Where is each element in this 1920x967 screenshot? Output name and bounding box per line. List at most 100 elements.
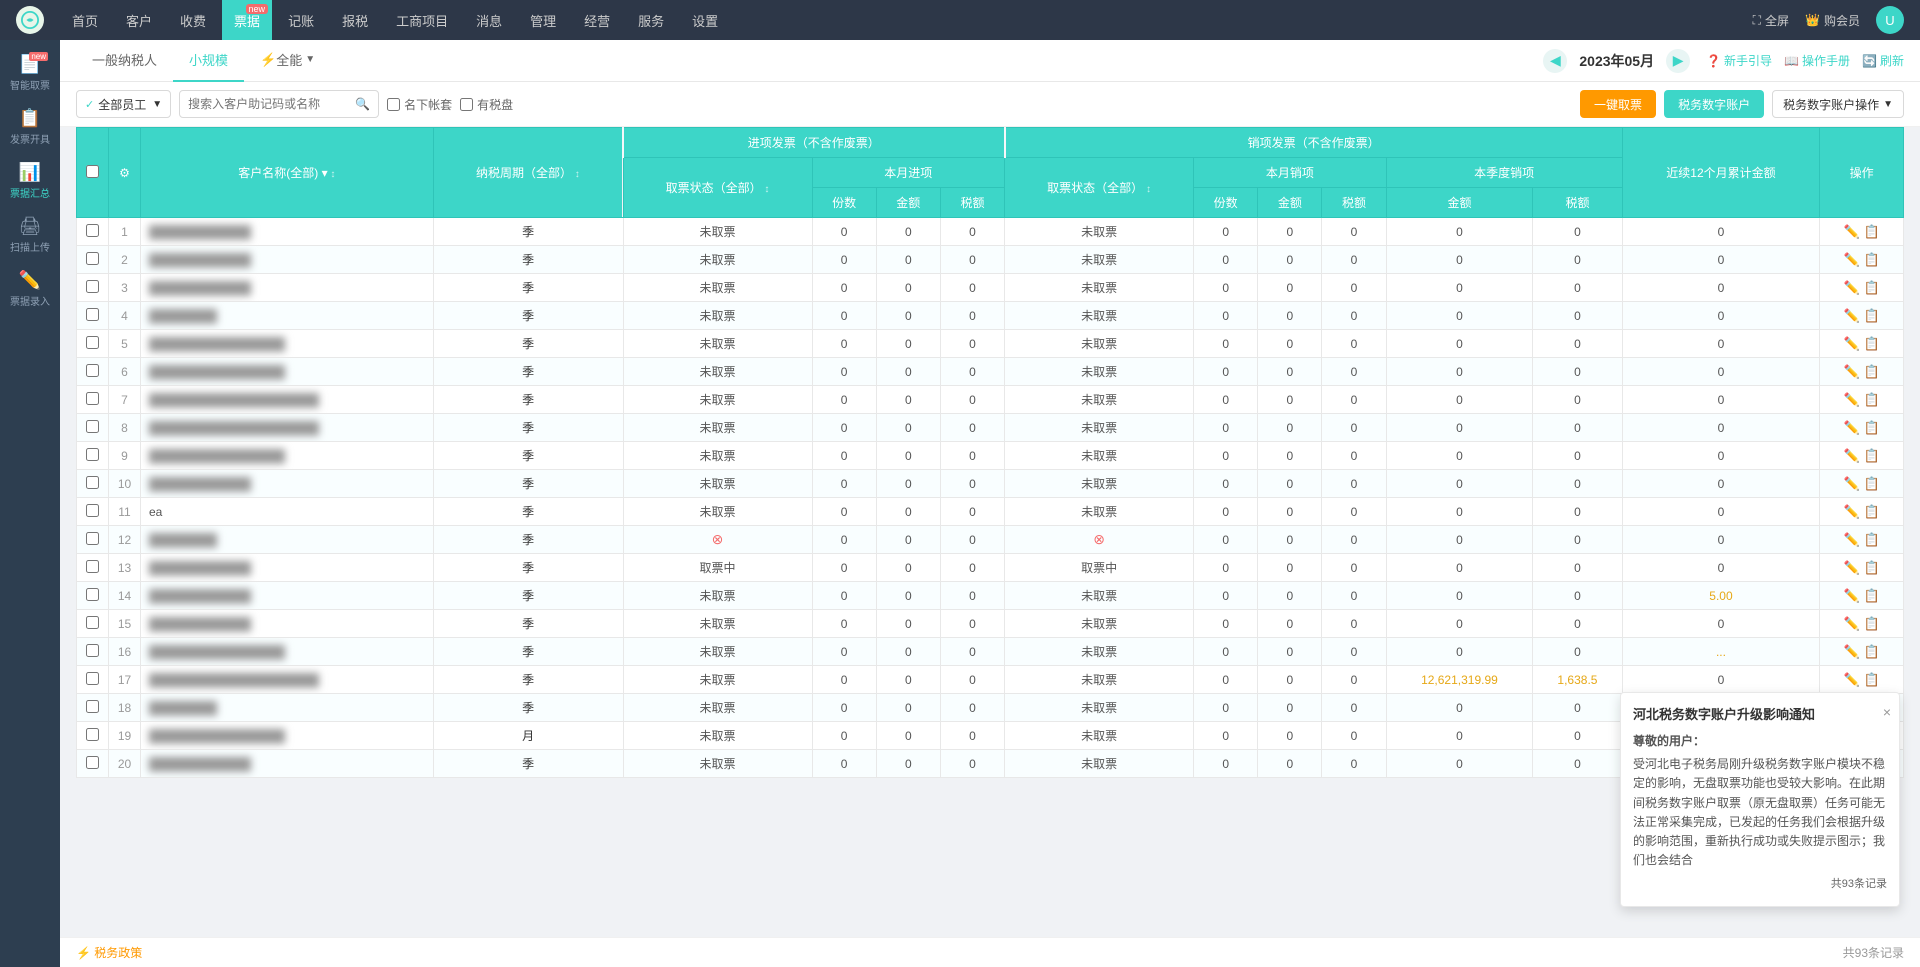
row-select-cell[interactable]	[77, 470, 109, 498]
edit-icon[interactable]: ✏️	[1843, 644, 1859, 660]
sidebar-item-invoice-open[interactable]: 📋 发票开具	[4, 102, 56, 152]
row-checkbox[interactable]	[86, 644, 99, 657]
copy-icon[interactable]: 📋	[1864, 504, 1880, 520]
next-month-btn[interactable]: ▶	[1666, 49, 1690, 73]
row-select-cell[interactable]	[77, 582, 109, 610]
copy-icon[interactable]: 📋	[1864, 420, 1880, 436]
copy-icon[interactable]: 📋	[1864, 392, 1880, 408]
edit-icon[interactable]: ✏️	[1843, 588, 1859, 604]
manual-btn[interactable]: 📖 操作手册	[1784, 52, 1850, 69]
row-checkbox[interactable]	[86, 420, 99, 433]
vip-btn[interactable]: 👑 购会员	[1805, 12, 1860, 29]
row-checkbox[interactable]	[86, 588, 99, 601]
row-checkbox[interactable]	[86, 336, 99, 349]
tax-cycle-col[interactable]: 纳税周期（全部）	[433, 128, 623, 218]
sidebar-item-invoice-entry[interactable]: ✏️ 票据录入	[4, 264, 56, 314]
edit-icon[interactable]: ✏️	[1843, 420, 1859, 436]
row-select-cell[interactable]	[77, 694, 109, 722]
copy-icon[interactable]: 📋	[1864, 560, 1880, 576]
row-checkbox[interactable]	[86, 728, 99, 741]
row-select-cell[interactable]	[77, 218, 109, 246]
edit-icon[interactable]: ✏️	[1843, 476, 1859, 492]
row-select-cell[interactable]	[77, 386, 109, 414]
row-select-cell[interactable]	[77, 750, 109, 778]
edit-icon[interactable]: ✏️	[1843, 224, 1859, 240]
new-guide-btn[interactable]: ❓ 新手引导	[1706, 52, 1772, 69]
out-status-col[interactable]: 取票状态（全部）	[1005, 158, 1194, 218]
row-select-cell[interactable]	[77, 526, 109, 554]
row-select-cell[interactable]	[77, 638, 109, 666]
select-all-col[interactable]	[77, 128, 109, 218]
customer-search[interactable]: 🔍	[179, 90, 379, 118]
row-select-cell[interactable]	[77, 666, 109, 694]
nav-settings[interactable]: 设置	[680, 0, 730, 40]
tab-general-taxpayer[interactable]: 一般纳税人	[76, 40, 173, 82]
employee-select[interactable]: ✓ 全部员工 ▼	[76, 90, 171, 118]
copy-icon[interactable]: 📋	[1864, 616, 1880, 632]
under-account-checkbox[interactable]: 名下帐套	[387, 96, 452, 113]
copy-icon[interactable]: 📋	[1864, 224, 1880, 240]
nav-home[interactable]: 首页	[60, 0, 110, 40]
one-click-fetch-btn[interactable]: 一键取票	[1580, 90, 1656, 118]
notification-close-btn[interactable]: ×	[1883, 701, 1891, 723]
has-tax-disk-checkbox[interactable]: 有税盘	[460, 96, 513, 113]
edit-icon[interactable]: ✏️	[1843, 280, 1859, 296]
copy-icon[interactable]: 📋	[1864, 532, 1880, 548]
row-checkbox[interactable]	[86, 252, 99, 265]
copy-icon[interactable]: 📋	[1864, 252, 1880, 268]
nav-business[interactable]: 工商项目	[384, 0, 460, 40]
nav-service[interactable]: 服务	[626, 0, 676, 40]
tax-digital-account-btn[interactable]: 税务数字账户	[1664, 90, 1764, 118]
edit-icon[interactable]: ✏️	[1843, 392, 1859, 408]
copy-icon[interactable]: 📋	[1864, 672, 1880, 688]
row-select-cell[interactable]	[77, 554, 109, 582]
edit-icon[interactable]: ✏️	[1843, 672, 1859, 688]
copy-icon[interactable]: 📋	[1864, 364, 1880, 380]
tax-digital-operate-btn[interactable]: 税务数字账户操作 ▼	[1772, 90, 1904, 118]
copy-icon[interactable]: 📋	[1864, 476, 1880, 492]
nav-customer[interactable]: 客户	[114, 0, 164, 40]
row-select-cell[interactable]	[77, 330, 109, 358]
row-checkbox[interactable]	[86, 504, 99, 517]
nav-fee[interactable]: 收费	[168, 0, 218, 40]
has-tax-disk-check[interactable]	[460, 98, 473, 111]
copy-icon[interactable]: 📋	[1864, 588, 1880, 604]
nav-accounting[interactable]: 记账	[276, 0, 326, 40]
tab-all-type[interactable]: ⚡ 全能 ▼	[244, 40, 331, 82]
tax-policy-link[interactable]: ⚡ 税务政策	[76, 944, 142, 961]
nav-operation[interactable]: 经营	[572, 0, 622, 40]
row-checkbox[interactable]	[86, 280, 99, 293]
row-checkbox[interactable]	[86, 476, 99, 489]
row-checkbox[interactable]	[86, 756, 99, 769]
row-checkbox[interactable]	[86, 448, 99, 461]
edit-icon[interactable]: ✏️	[1843, 336, 1859, 352]
row-select-cell[interactable]	[77, 442, 109, 470]
copy-icon[interactable]: 📋	[1864, 448, 1880, 464]
refresh-btn[interactable]: 🔄 刷新	[1862, 52, 1904, 69]
row-select-cell[interactable]	[77, 246, 109, 274]
row-checkbox[interactable]	[86, 700, 99, 713]
edit-icon[interactable]: ✏️	[1843, 252, 1859, 268]
customer-name-col[interactable]: 客户名称(全部) ▾	[141, 128, 434, 218]
sidebar-item-scan-upload[interactable]: 🖨 扫描上传	[4, 210, 56, 260]
logo[interactable]	[16, 6, 44, 34]
fullscreen-btn[interactable]: ⛶ 全屏	[1753, 12, 1789, 29]
sidebar-item-invoice-summary[interactable]: 📊 票据汇总	[4, 156, 56, 206]
row-select-cell[interactable]	[77, 414, 109, 442]
nav-ticket[interactable]: 票据 new	[222, 0, 272, 40]
edit-icon[interactable]: ✏️	[1843, 364, 1859, 380]
row-select-cell[interactable]	[77, 722, 109, 750]
edit-icon[interactable]: ✏️	[1843, 504, 1859, 520]
copy-icon[interactable]: 📋	[1864, 308, 1880, 324]
row-checkbox[interactable]	[86, 616, 99, 629]
prev-month-btn[interactable]: ◀	[1543, 49, 1567, 73]
row-checkbox[interactable]	[86, 392, 99, 405]
edit-icon[interactable]: ✏️	[1843, 532, 1859, 548]
copy-icon[interactable]: 📋	[1864, 280, 1880, 296]
row-checkbox[interactable]	[86, 672, 99, 685]
row-select-cell[interactable]	[77, 274, 109, 302]
edit-icon[interactable]: ✏️	[1843, 560, 1859, 576]
nav-tax[interactable]: 报税	[330, 0, 380, 40]
nav-message[interactable]: 消息	[464, 0, 514, 40]
row-select-cell[interactable]	[77, 302, 109, 330]
